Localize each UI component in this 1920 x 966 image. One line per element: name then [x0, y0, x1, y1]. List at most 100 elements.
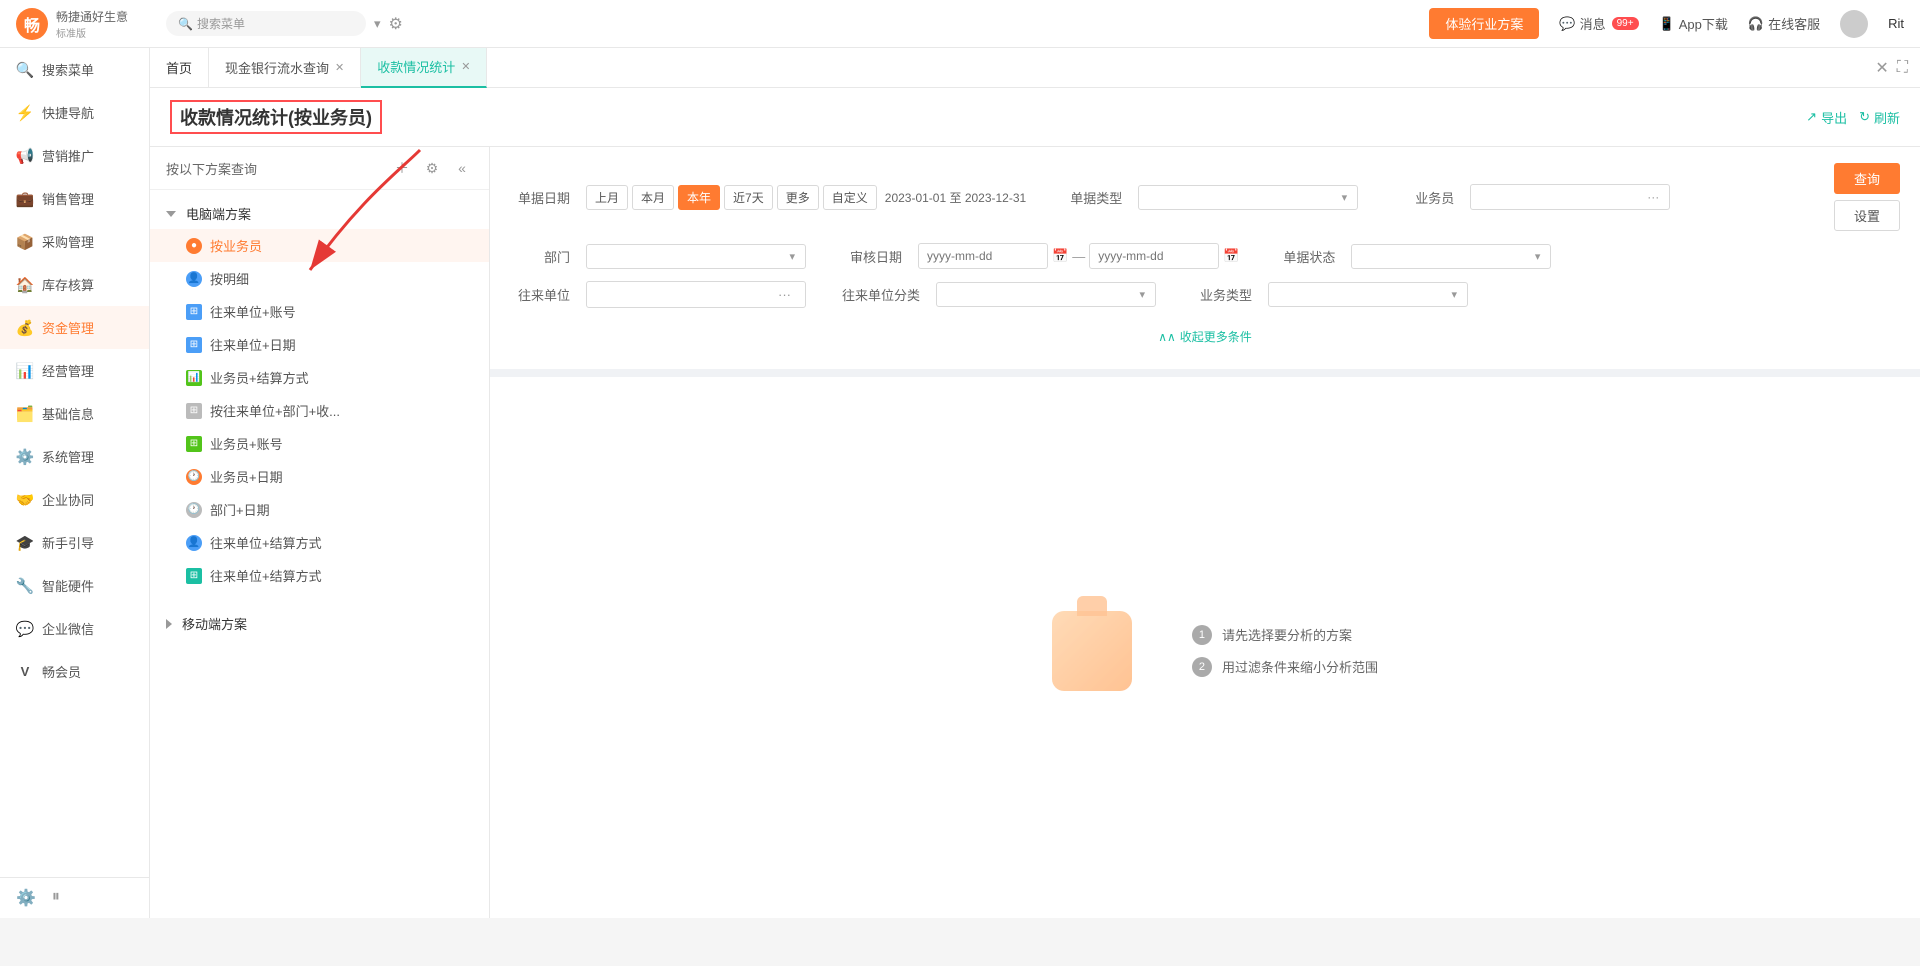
- user-name: Rit: [1888, 16, 1904, 31]
- query-button[interactable]: 查询: [1834, 163, 1900, 194]
- doc-status-select[interactable]: ▾: [1351, 244, 1551, 269]
- add-scheme-icon[interactable]: ＋: [391, 157, 413, 179]
- mobile-group-header[interactable]: 移动端方案: [150, 608, 489, 639]
- empty-robot-illustration: [1032, 591, 1152, 711]
- desktop-group-label: 电脑端方案: [186, 204, 251, 223]
- scheme-item-partner-dept[interactable]: ⊞ 按往来单位+部门+收...: [150, 394, 489, 427]
- sidebar-item-shortcut[interactable]: ⚡ 快捷导航: [0, 91, 149, 134]
- trial-button[interactable]: 体验行业方案: [1429, 8, 1539, 39]
- sidebar-settings-icon[interactable]: ⚙️: [16, 888, 36, 908]
- partner-input[interactable]: ···: [586, 281, 806, 308]
- date-btn-custom[interactable]: 自定义: [823, 185, 877, 210]
- cal-icon-1[interactable]: 📅: [1052, 248, 1068, 264]
- biz-type-label: 业务类型: [1192, 285, 1252, 304]
- sidebar: 🔍 搜索菜单 ⚡ 快捷导航 📢 营销推广 💼 销售管理 📦 采购管理 🏠 库存核…: [0, 48, 150, 918]
- sidebar-item-management[interactable]: 📊 经营管理: [0, 349, 149, 392]
- collapse-bar[interactable]: ∧∧ 收起更多条件: [510, 320, 1900, 353]
- dept-select[interactable]: ▾: [586, 244, 806, 269]
- finance-icon: 💰: [16, 319, 34, 337]
- scheme-item-partner-date[interactable]: ⊞ 往来单位+日期: [150, 328, 489, 361]
- tab-bank-flow-label: 现金银行流水查询: [225, 58, 329, 77]
- scheme-settings-icon[interactable]: ⚙: [421, 157, 443, 179]
- sidebar-bottom: ⚙️ ⏸: [0, 877, 149, 918]
- scheme-item-salesperson-settlement[interactable]: 📊 业务员+结算方式: [150, 361, 489, 394]
- sidebar-item-collab[interactable]: 🤝 企业协同: [0, 478, 149, 521]
- wechat-icon: 💬: [16, 620, 34, 638]
- date-btn-7days[interactable]: 近7天: [724, 185, 773, 210]
- empty-text: 1 请先选择要分析的方案 2 用过滤条件来缩小分析范围: [1192, 625, 1378, 677]
- empty-state: 1 请先选择要分析的方案 2 用过滤条件来缩小分析范围: [490, 377, 1920, 918]
- message-button[interactable]: 💬 消息 99+: [1559, 14, 1638, 33]
- right-panel: 单据日期 上月 本月 本年 近7天 更多 自定义 2023-01-01 至 20…: [490, 147, 1920, 918]
- sidebar-item-sales[interactable]: 💼 销售管理: [0, 177, 149, 220]
- export-button[interactable]: ↗ 导出: [1806, 108, 1847, 127]
- tab-expand-icon[interactable]: ⛶: [1897, 59, 1908, 77]
- settings-button[interactable]: 设置: [1834, 200, 1900, 231]
- desktop-group-header[interactable]: 电脑端方案: [150, 198, 489, 229]
- tab-bank-flow-close[interactable]: ✕: [335, 61, 344, 74]
- sidebar-label-collab: 企业协同: [42, 490, 94, 509]
- doc-type-select[interactable]: ▾: [1138, 185, 1358, 210]
- sidebar-item-wechat[interactable]: 💬 企业微信: [0, 607, 149, 650]
- scheme-item-by-detail[interactable]: 👤 按明细: [150, 262, 489, 295]
- tab-receipt-stats-close[interactable]: ✕: [461, 60, 470, 73]
- date-btn-more[interactable]: 更多: [777, 185, 819, 210]
- sidebar-label-guide: 新手引导: [42, 533, 94, 552]
- date-btn-last-month[interactable]: 上月: [586, 185, 628, 210]
- main-content: 首页 现金银行流水查询 ✕ 收款情况统计 ✕ ✕ ⛶ 收款情况统计(按业务员): [150, 48, 1920, 918]
- date-btn-this-year[interactable]: 本年: [678, 185, 720, 210]
- date-label: 单据日期: [510, 188, 570, 207]
- scheme-item-by-salesperson[interactable]: ● 按业务员: [150, 229, 489, 262]
- collapse-panel-icon[interactable]: «: [451, 157, 473, 179]
- export-label: 导出: [1821, 108, 1847, 127]
- online-service-button[interactable]: 🎧 在线客服: [1748, 14, 1820, 33]
- sidebar-label-system: 系统管理: [42, 447, 94, 466]
- sidebar-item-purchase[interactable]: 📦 采购管理: [0, 220, 149, 263]
- salesperson-select[interactable]: ···: [1470, 184, 1670, 210]
- date-separator: —: [1072, 249, 1085, 264]
- header-nav: 🔍 搜索菜单 ▾ ⚙: [166, 11, 1429, 36]
- sidebar-item-search[interactable]: 🔍 搜索菜单: [0, 48, 149, 91]
- tab-home[interactable]: 首页: [150, 48, 209, 88]
- scheme-item-partner-settlement2[interactable]: ⊞ 往来单位+结算方式: [150, 559, 489, 592]
- sidebar-item-inventory[interactable]: 🏠 库存核算: [0, 263, 149, 306]
- nav-dropdown-icon[interactable]: ▾: [374, 16, 381, 32]
- scheme-item-dept-date[interactable]: 🕐 部门+日期: [150, 493, 489, 526]
- refresh-button[interactable]: ↻ 刷新: [1859, 108, 1900, 127]
- sales-icon: 💼: [16, 190, 34, 208]
- audit-date-end[interactable]: [1089, 243, 1219, 269]
- sidebar-item-system[interactable]: ⚙️ 系统管理: [0, 435, 149, 478]
- message-icon: 💬: [1559, 16, 1575, 32]
- cal-icon-2[interactable]: 📅: [1223, 248, 1239, 264]
- audit-date-start[interactable]: [918, 243, 1048, 269]
- search-icon: 🔍: [178, 17, 193, 31]
- dept-label: 部门: [510, 247, 570, 266]
- page-title: 收款情况统计(按业务员): [170, 100, 382, 134]
- header-search[interactable]: 🔍 搜索菜单: [166, 11, 366, 36]
- sidebar-collapse-icon[interactable]: ⏸: [52, 888, 60, 908]
- biz-type-select[interactable]: ▾: [1268, 282, 1468, 307]
- scheme-item-salesperson-account[interactable]: ⊞ 业务员+账号: [150, 427, 489, 460]
- scheme-item-partner-account[interactable]: ⊞ 往来单位+账号: [150, 295, 489, 328]
- scheme-item-salesperson-date[interactable]: 🕐 业务员+日期: [150, 460, 489, 493]
- app-download-button[interactable]: 📱 App下载: [1659, 14, 1728, 33]
- sidebar-item-finance[interactable]: 💰 资金管理: [0, 306, 149, 349]
- sidebar-item-member[interactable]: V 畅会员: [0, 650, 149, 693]
- scheme-item-partner-settlement1[interactable]: 👤 往来单位+结算方式: [150, 526, 489, 559]
- scheme-label-partner-account: 往来单位+账号: [210, 302, 296, 321]
- tab-receipt-stats[interactable]: 收款情况统计 ✕: [361, 48, 487, 88]
- step-1-text: 请先选择要分析的方案: [1222, 625, 1352, 644]
- partner-category-select[interactable]: ▾: [936, 282, 1156, 307]
- salesperson-icon: ●: [186, 238, 202, 254]
- sidebar-item-guide[interactable]: 🎓 新手引导: [0, 521, 149, 564]
- sidebar-item-marketing[interactable]: 📢 营销推广: [0, 134, 149, 177]
- settings-icon[interactable]: ⚙: [389, 14, 403, 34]
- robot-body: [1052, 611, 1132, 691]
- user-avatar[interactable]: [1840, 10, 1868, 38]
- salesperson-more-dots: ···: [1647, 190, 1659, 204]
- sidebar-item-hardware[interactable]: 🔧 智能硬件: [0, 564, 149, 607]
- sidebar-item-basic-info[interactable]: 🗂️ 基础信息: [0, 392, 149, 435]
- tab-bank-flow[interactable]: 现金银行流水查询 ✕: [209, 48, 361, 88]
- date-btn-this-month[interactable]: 本月: [632, 185, 674, 210]
- tab-close-all-icon[interactable]: ✕: [1875, 58, 1888, 78]
